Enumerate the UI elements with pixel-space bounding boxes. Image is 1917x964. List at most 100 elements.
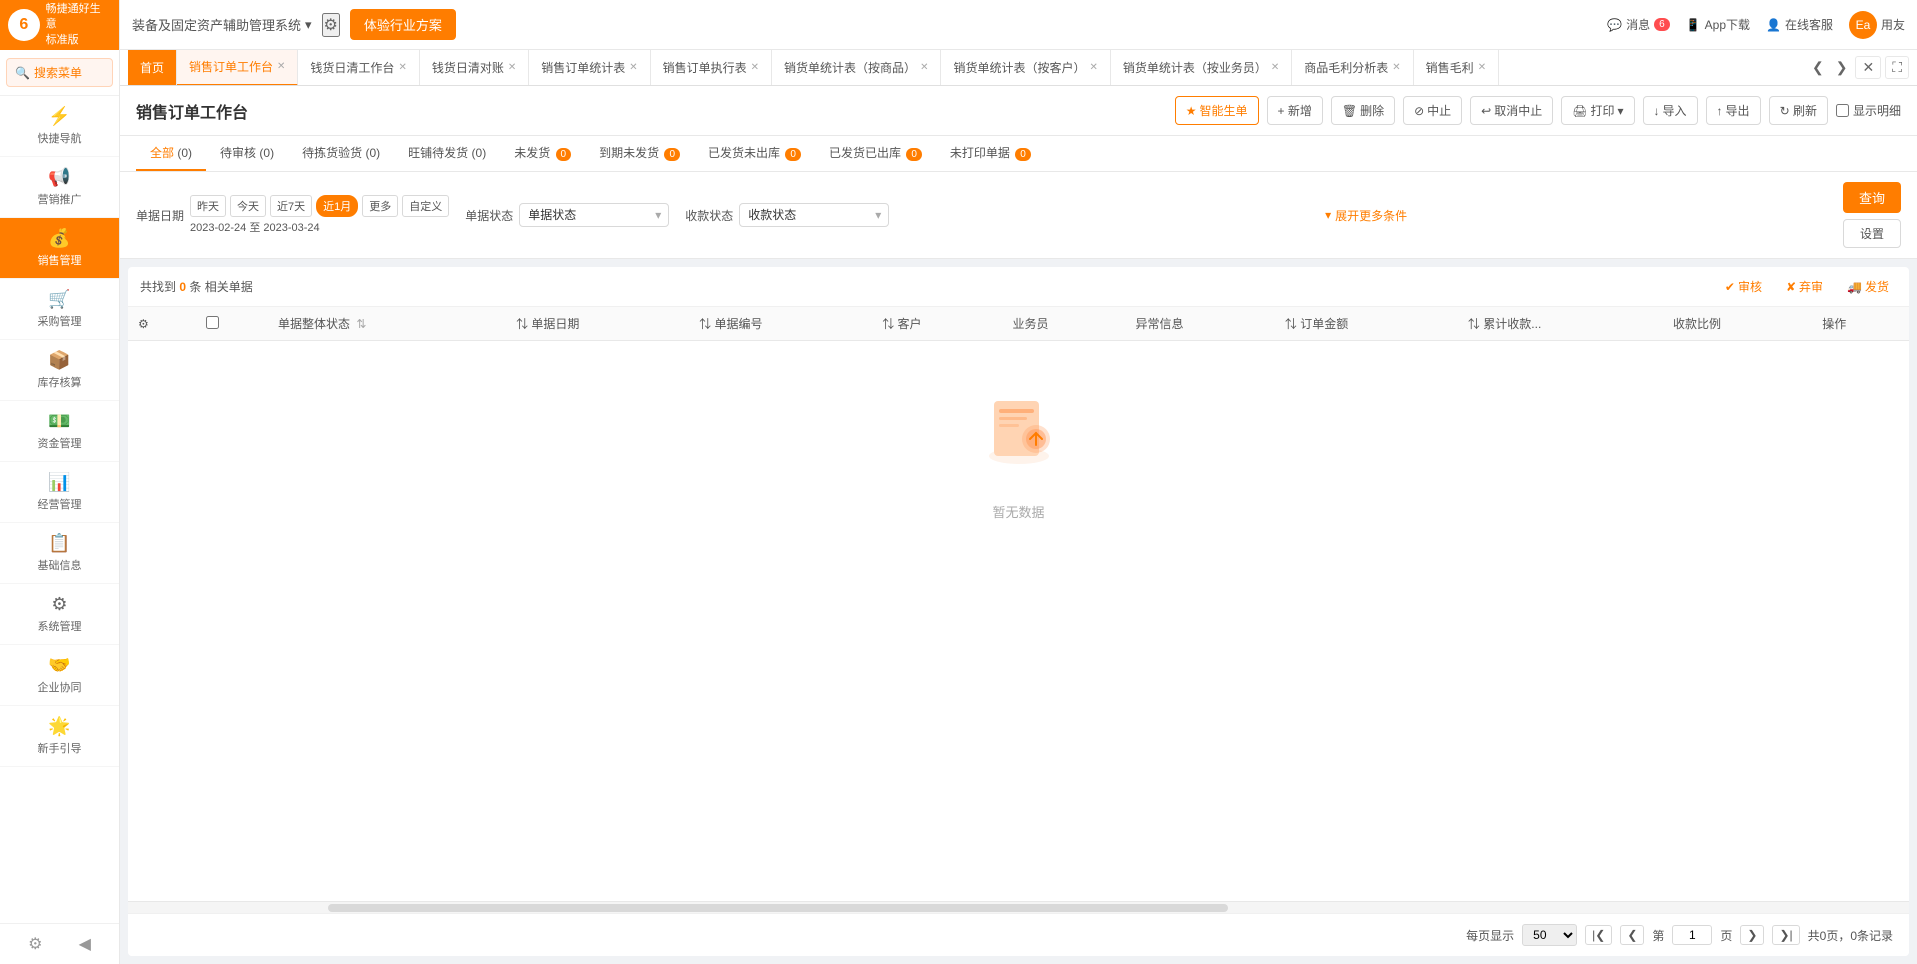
tab-close-icon[interactable]: ✕ (920, 62, 928, 73)
month-btn[interactable]: 近1月 (316, 195, 358, 217)
smart-create-button[interactable]: ★ 智能生单 (1175, 96, 1259, 125)
search-menu-button[interactable]: 🔍 搜索菜单 (6, 58, 113, 87)
tab-sales-exec[interactable]: 销售订单执行表 ✕ (651, 50, 772, 86)
filter-settings-button[interactable]: 设置 (1843, 219, 1901, 248)
sidebar-item-new-guide[interactable]: 🌟 新手引导 (0, 706, 119, 767)
cancel-suspend-button[interactable]: ↩ 取消中止 (1470, 96, 1553, 125)
import-button[interactable]: ↓ 导入 (1643, 96, 1698, 125)
payment-select[interactable]: 收款状态 (739, 203, 889, 227)
tab-sales-summary-customer[interactable]: 销货单统计表（按客户） ✕ (941, 50, 1110, 86)
subtab-shipped-out[interactable]: 已发货已出库 0 (815, 136, 936, 171)
subtab-overdue-not-shipped[interactable]: 到期未发货 0 (585, 136, 694, 171)
tab-home[interactable]: 首页 (128, 50, 177, 86)
tab-close-icon[interactable]: ✕ (629, 62, 637, 73)
th-cumulative-receipt[interactable]: ⇅ 累计收款... (1458, 307, 1663, 341)
more-btn[interactable]: 更多 (362, 195, 398, 217)
user-menu-button[interactable]: Ea 用友 (1849, 11, 1905, 39)
sidebar-item-finance[interactable]: 💵 资金管理 (0, 401, 119, 462)
app-download-button[interactable]: 📱 App下载 (1686, 16, 1750, 33)
tab-close-icon[interactable]: ✕ (398, 62, 406, 73)
tab-close-all-btn[interactable]: ✕ (1855, 56, 1881, 79)
th-salesperson[interactable]: 业务员 (1003, 307, 1126, 341)
topbar-settings-button[interactable]: ⚙ (322, 13, 340, 37)
tab-close-icon[interactable]: ✕ (1392, 62, 1400, 73)
query-button[interactable]: 查询 (1843, 182, 1901, 213)
week-btn[interactable]: 近7天 (270, 195, 312, 217)
tab-maximize-btn[interactable]: ⛶ (1885, 56, 1909, 79)
subtab-shipped-not-out[interactable]: 已发货未出库 0 (694, 136, 815, 171)
today-btn[interactable]: 今天 (230, 195, 266, 217)
th-order-amount[interactable]: ⇅ 订单金额 (1275, 307, 1458, 341)
experience-button[interactable]: 体验行业方案 (350, 9, 456, 40)
subtab-pending-review[interactable]: 待审核 (0) (206, 136, 288, 171)
tab-close-icon[interactable]: ✕ (1478, 62, 1486, 73)
batch-cancel-review-btn[interactable]: ✘ 弃审 (1778, 275, 1831, 298)
per-page-select[interactable]: 50 20 100 (1522, 924, 1577, 946)
tab-cash-reconcile[interactable]: 钱货日清对账 ✕ (420, 50, 529, 86)
show-detail-checkbox[interactable] (1836, 104, 1849, 117)
sidebar-item-enterprise[interactable]: 🤝 企业协同 (0, 645, 119, 706)
tab-close-icon[interactable]: ✕ (1271, 62, 1279, 73)
sidebar-item-sys-mgmt[interactable]: ⚙ 系统管理 (0, 584, 119, 645)
tab-sales-stat[interactable]: 销售订单统计表 ✕ (529, 50, 650, 86)
tab-scroll-right-btn[interactable]: ❯ (1832, 57, 1852, 78)
sidebar-collapse-btn[interactable]: ◀ (79, 934, 91, 954)
tab-scroll-left-btn[interactable]: ❮ (1808, 57, 1828, 78)
export-button[interactable]: ↑ 导出 (1706, 96, 1761, 125)
th-doc-date[interactable]: ⇅ 单据日期 (506, 307, 689, 341)
subtab-not-shipped[interactable]: 未发货 0 (500, 136, 585, 171)
sidebar-settings-btn[interactable]: ⚙ (28, 934, 42, 954)
tab-sales-summary-product[interactable]: 销货单统计表（按商品） ✕ (772, 50, 941, 86)
online-service-button[interactable]: 👤 在线客服 (1766, 16, 1833, 33)
batch-review-btn[interactable]: ✔ 审核 (1717, 275, 1770, 298)
sidebar-item-inventory[interactable]: 📦 库存核算 (0, 340, 119, 401)
prev-page-btn[interactable]: ❮ (1620, 925, 1644, 945)
tab-close-icon[interactable]: ✕ (508, 62, 516, 73)
subtab-wangpu-pending[interactable]: 旺铺待发货 (0) (394, 136, 500, 171)
tab-sales-increase[interactable]: 销售毛利 ✕ (1414, 50, 1499, 86)
th-doc-number[interactable]: ⇅ 单据编号 (689, 307, 872, 341)
messages-button[interactable]: 💬 消息 6 (1607, 16, 1670, 33)
horizontal-scrollbar[interactable] (128, 901, 1909, 913)
tab-close-icon[interactable]: ✕ (751, 62, 759, 73)
delete-button[interactable]: 🗑 删除 (1331, 96, 1395, 125)
tab-cash-daily[interactable]: 钱货日清工作台 ✕ (298, 50, 419, 86)
print-button[interactable]: 🖨 打印 ▾ (1561, 96, 1634, 125)
custom-btn[interactable]: 自定义 (402, 195, 449, 217)
th-doc-status[interactable]: 单据整体状态 ⇅ (268, 307, 506, 341)
subtab-all[interactable]: 全部 (0) (136, 136, 206, 171)
next-page-btn[interactable]: ❯ (1740, 925, 1764, 945)
yesterday-btn[interactable]: 昨天 (190, 195, 226, 217)
sidebar-item-operations[interactable]: 📊 经营管理 (0, 462, 119, 523)
sidebar-item-sales[interactable]: 💰 销售管理 (0, 218, 119, 279)
system-selector[interactable]: 装备及固定资产辅助管理系统 ▾ (132, 15, 312, 34)
table-scroll[interactable]: ⚙ 单据整体状态 ⇅ ⇅ 单据日期 ⇅ (128, 307, 1909, 901)
page-number-input[interactable]: 1 (1672, 925, 1712, 945)
tab-margin-analysis[interactable]: 商品毛利分析表 ✕ (1292, 50, 1413, 86)
sidebar-item-marketing[interactable]: 📢 营销推广 (0, 157, 119, 218)
first-page-btn[interactable]: |❮ (1585, 925, 1612, 945)
tab-sales-workbench[interactable]: 销售订单工作台 ✕ (177, 50, 298, 86)
tab-close-icon[interactable]: ✕ (277, 61, 285, 72)
add-button[interactable]: + 新增 (1267, 96, 1323, 125)
subtab-pending-inspect[interactable]: 待拣货验货 (0) (288, 136, 394, 171)
subtab-not-printed[interactable]: 未打印单据 0 (936, 136, 1045, 171)
th-receipt-ratio[interactable]: 收款比例 (1663, 307, 1812, 341)
expand-more-btn[interactable]: ▾ 展开更多条件 (1325, 207, 1407, 224)
suspend-button[interactable]: ⊘ 中止 (1403, 96, 1462, 125)
tab-sales-summary-staff[interactable]: 销货单统计表（按业务员） ✕ (1111, 50, 1292, 86)
refresh-button[interactable]: ↻ 刷新 (1769, 96, 1828, 125)
scrollbar-thumb[interactable] (328, 904, 1228, 912)
sidebar-item-base-info[interactable]: 📋 基础信息 (0, 523, 119, 584)
settings-icon[interactable]: ⚙ (138, 317, 149, 331)
batch-ship-btn[interactable]: 🚚 发货 (1839, 275, 1897, 298)
status-select[interactable]: 单据状态 (519, 203, 669, 227)
purchase-icon: 🛒 (48, 289, 70, 310)
sidebar-item-purchase[interactable]: 🛒 采购管理 (0, 279, 119, 340)
th-abnormal[interactable]: 异常信息 (1126, 307, 1275, 341)
sidebar-item-quick-nav[interactable]: ⚡ 快捷导航 (0, 96, 119, 157)
tab-close-icon[interactable]: ✕ (1089, 62, 1097, 73)
last-page-btn[interactable]: ❯| (1772, 925, 1799, 945)
th-customer[interactable]: ⇅ 客户 (872, 307, 1002, 341)
select-all-checkbox[interactable] (206, 316, 219, 329)
